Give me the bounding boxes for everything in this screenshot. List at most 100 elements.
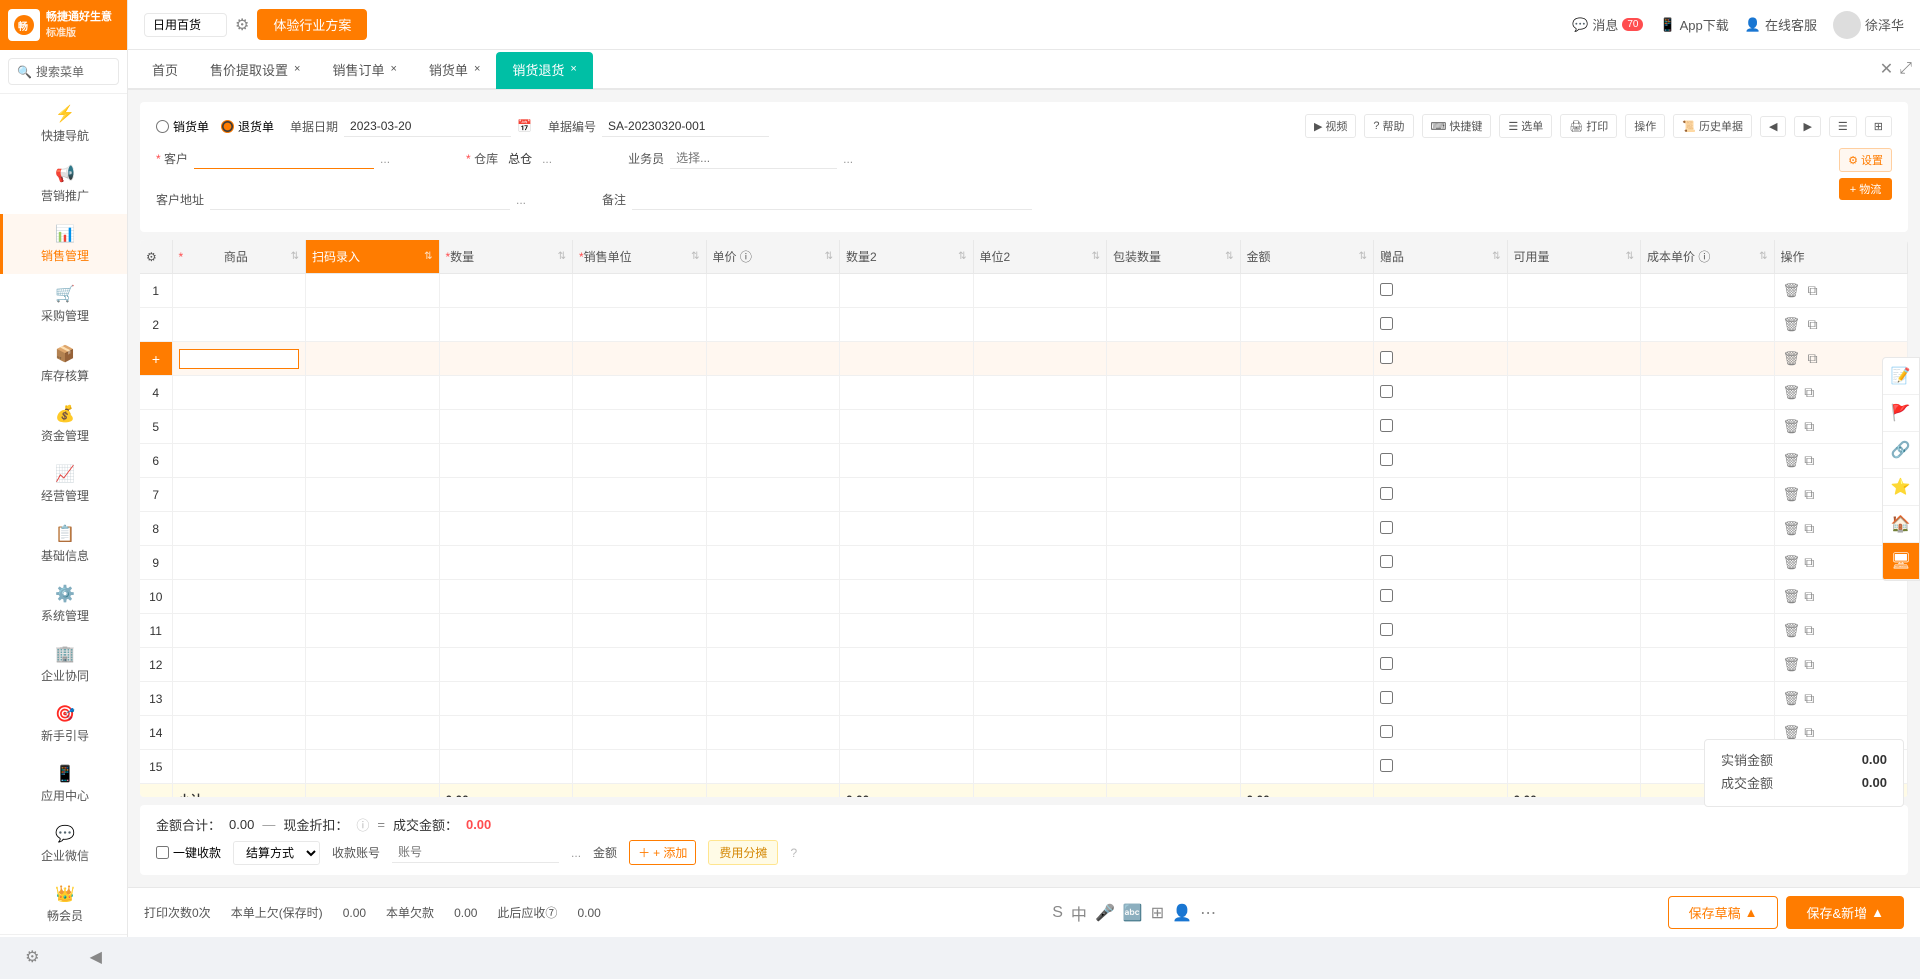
row-2-gift[interactable] [1374, 308, 1508, 342]
row-3-amount[interactable] [1240, 342, 1374, 376]
delete-icon[interactable]: 🗑 [1781, 382, 1803, 403]
sort-qty-icon[interactable]: ⇅ [558, 251, 566, 262]
add-logistics-button[interactable]: + 物流 [1839, 178, 1892, 200]
sidebar-item-guide[interactable]: 🎯 新手引导 [0, 694, 127, 754]
row-3-price[interactable] [706, 342, 840, 376]
help-button[interactable]: ? 帮助 [1364, 114, 1413, 138]
experience-plan-button[interactable]: 体验行业方案 [257, 9, 367, 40]
sort-gift-icon[interactable]: ⇅ [1492, 251, 1500, 262]
copy-icon[interactable]: ⧉ [1802, 552, 1816, 573]
tool-more-icon[interactable]: ⋯ [1200, 903, 1216, 923]
copy-icon[interactable]: ⧉ [1802, 382, 1816, 403]
copy-icon[interactable]: ⧉ [1802, 586, 1816, 607]
sidebar-search[interactable]: 🔍 搜索菜单 [0, 50, 127, 94]
sale-radio-input[interactable] [156, 120, 169, 133]
sort-amount-icon[interactable]: ⇅ [1359, 251, 1367, 262]
right-tool-screen[interactable]: 🖥 [1883, 543, 1919, 580]
notification-button[interactable]: 💬 消息 70 [1572, 15, 1643, 34]
sidebar-item-sales[interactable]: 📊 销售管理 [0, 214, 127, 274]
row-3-pack[interactable] [1107, 342, 1241, 376]
calendar-icon[interactable]: 📅 [517, 119, 532, 133]
row-1-available[interactable] [1507, 274, 1641, 308]
warehouse-select-dots[interactable]: ... [542, 152, 552, 166]
add-row-button[interactable]: + [146, 349, 166, 369]
gift-check[interactable] [1380, 419, 1393, 432]
row-2-copy[interactable]: ⧉ [1806, 314, 1820, 335]
row-1-gift[interactable] [1374, 274, 1508, 308]
payment-checkbox-input[interactable] [156, 846, 169, 859]
save-new-button[interactable]: 保存&新增 ▲ [1786, 896, 1904, 929]
sidebar-item-wechat[interactable]: 💬 企业微信 [0, 814, 127, 874]
row-2-price[interactable] [706, 308, 840, 342]
gift-check[interactable] [1380, 759, 1393, 772]
row-3-delete[interactable]: 🗑 [1781, 348, 1803, 369]
row-3-gift[interactable] [1374, 342, 1508, 376]
row-2-unit2[interactable] [973, 308, 1107, 342]
row-1-pack[interactable] [1107, 274, 1241, 308]
one-click-payment[interactable]: 一键收款 [156, 844, 221, 861]
row-1-delete[interactable]: 🗑 [1781, 280, 1803, 301]
account-input[interactable] [392, 842, 559, 863]
delete-icon[interactable]: 🗑 [1781, 586, 1803, 607]
row-2-product[interactable] [172, 308, 306, 342]
tool-person-icon[interactable]: 👤 [1172, 903, 1192, 923]
row-3-product-input[interactable] [179, 349, 300, 369]
sidebar-collapse-button[interactable]: ◀ [86, 943, 106, 971]
prev-doc-button[interactable]: ◀ [1760, 116, 1786, 137]
sort-price-icon[interactable]: ⇅ [825, 251, 833, 262]
row-2-pack[interactable] [1107, 308, 1241, 342]
copy-icon[interactable]: ⧉ [1802, 688, 1816, 709]
right-tool-link[interactable]: 🔗 [1883, 432, 1919, 469]
right-tool-flag[interactable]: 🚩 [1883, 395, 1919, 432]
copy-icon[interactable]: ⧉ [1802, 654, 1816, 675]
next-doc-button[interactable]: ▶ [1794, 116, 1820, 137]
row-3-unit[interactable] [573, 342, 707, 376]
video-button[interactable]: ▶ 视频 [1305, 114, 1356, 138]
right-tool-star[interactable]: ⭐ [1883, 469, 1919, 506]
delete-icon[interactable]: 🗑 [1781, 416, 1803, 437]
sort-unit-icon[interactable]: ⇅ [691, 251, 699, 262]
customer-select-dots[interactable]: ... [380, 152, 390, 166]
row-3-gift-check[interactable] [1380, 351, 1393, 364]
delete-icon[interactable]: 🗑 [1781, 552, 1803, 573]
gift-check[interactable] [1380, 623, 1393, 636]
industry-select[interactable]: 日用百货 [144, 13, 227, 37]
remark-input[interactable] [632, 189, 1032, 210]
tab-sale-order-close[interactable]: × [390, 63, 396, 75]
sidebar-item-operations[interactable]: 📈 经营管理 [0, 454, 127, 514]
tab-return[interactable]: 销货退货 × [496, 52, 592, 89]
payment-method-select[interactable]: 结算方式 [233, 841, 320, 865]
copy-icon[interactable]: ⧉ [1802, 620, 1816, 641]
sort-scan-icon[interactable]: ⇅ [424, 251, 432, 262]
row-2-amount[interactable] [1240, 308, 1374, 342]
online-service-button[interactable]: 👤 在线客服 [1745, 15, 1817, 34]
history-button[interactable]: 📜 历史单据 [1673, 114, 1752, 138]
return-radio[interactable]: 退货单 [221, 118, 274, 135]
row-3-product[interactable] [172, 342, 306, 376]
view-list-button[interactable]: ☰ [1829, 116, 1857, 137]
sidebar-item-apps[interactable]: 📱 应用中心 [0, 754, 127, 814]
row-1-unit2[interactable] [973, 274, 1107, 308]
tab-price-close[interactable]: × [294, 63, 300, 75]
app-download-button[interactable]: 📱 App下载 [1659, 15, 1728, 34]
staff-select-dots[interactable]: ... [843, 152, 853, 166]
sidebar-item-system[interactable]: ⚙️ 系统管理 [0, 574, 127, 634]
sidebar-item-shortcut[interactable]: ⚡ 快捷导航 [0, 94, 127, 154]
gift-check[interactable] [1380, 555, 1393, 568]
tool-zhong-icon[interactable]: 中 [1071, 901, 1087, 925]
gift-check[interactable] [1380, 691, 1393, 704]
row-3-plus[interactable]: + [140, 342, 172, 376]
tab-return-close[interactable]: × [570, 63, 576, 75]
help-icon-discount[interactable]: ⓘ [356, 815, 369, 834]
tool-mic-icon[interactable]: 🎤 [1095, 903, 1115, 923]
gift-check[interactable] [1380, 385, 1393, 398]
row-3-qty2[interactable] [840, 342, 974, 376]
row-2-delete[interactable]: 🗑 [1781, 314, 1803, 335]
save-draft-button[interactable]: 保存草稿 ▲ [1668, 896, 1779, 929]
delete-icon[interactable]: 🗑 [1781, 484, 1803, 505]
expense-help-icon[interactable]: ? [790, 846, 797, 860]
tab-sale-order[interactable]: 销售订单 × [316, 52, 412, 89]
tool-s-icon[interactable]: S [1052, 904, 1063, 922]
row-2-cost[interactable] [1641, 308, 1775, 342]
address-input[interactable] [210, 189, 510, 210]
